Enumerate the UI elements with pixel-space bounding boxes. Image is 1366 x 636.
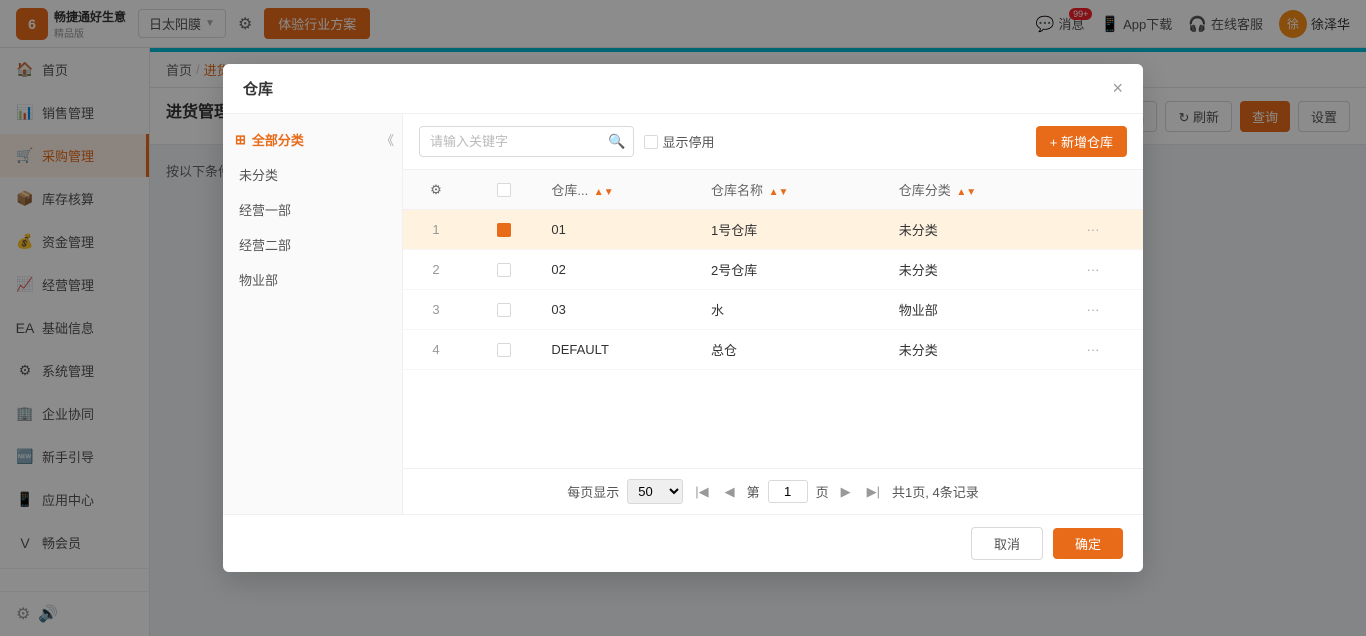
modal-body: ⊞ 全部分类 《 未分类经营一部经营二部物业部 🔍 bbox=[223, 114, 1143, 514]
row-code: 01 bbox=[539, 210, 699, 250]
modal-toolbar: 🔍 显示停用 + 新增仓库 bbox=[403, 114, 1143, 170]
row-code: DEFAULT bbox=[539, 330, 699, 370]
show-disabled-label[interactable]: 显示停用 bbox=[644, 132, 714, 151]
cat-item-ops2[interactable]: 经营二部 bbox=[223, 227, 402, 262]
cat-item-none[interactable]: 未分类 bbox=[223, 157, 402, 192]
th-actions bbox=[1074, 170, 1143, 210]
th-category[interactable]: 仓库分类 ▲▼ bbox=[887, 170, 1075, 210]
next-page-button[interactable]: ▶ bbox=[837, 482, 855, 502]
row-name: 水 bbox=[699, 290, 887, 330]
search-box: 🔍 bbox=[419, 126, 634, 157]
th-code[interactable]: 仓库... ▲▼ bbox=[539, 170, 699, 210]
row-name: 总仓 bbox=[699, 330, 887, 370]
first-page-button[interactable]: |◀ bbox=[691, 482, 712, 502]
row-name: 1号仓库 bbox=[699, 210, 887, 250]
cat-sidebar-top: ⊞ 全部分类 《 bbox=[223, 122, 402, 157]
show-disabled-checkbox[interactable] bbox=[644, 135, 658, 149]
row-category: 未分类 bbox=[887, 210, 1075, 250]
last-page-button[interactable]: ▶| bbox=[863, 482, 884, 502]
confirm-button[interactable]: 确定 bbox=[1053, 528, 1123, 559]
cat-item-ops1[interactable]: 经营一部 bbox=[223, 192, 402, 227]
collapse-icon[interactable]: 《 bbox=[373, 122, 402, 157]
warehouse-modal: 仓库 × ⊞ 全部分类 《 未分类经营一部经营二部物业部 bbox=[223, 64, 1143, 572]
table-header: ⚙ 仓库... ▲▼ 仓库名称 ▲▼ 仓库分类 ▲▼ bbox=[403, 170, 1143, 210]
modal-overlay[interactable]: 仓库 × ⊞ 全部分类 《 未分类经营一部经营二部物业部 bbox=[0, 0, 1366, 636]
row-actions[interactable]: ··· bbox=[1074, 290, 1143, 330]
category-sidebar: ⊞ 全部分类 《 未分类经营一部经营二部物业部 bbox=[223, 114, 403, 514]
close-icon[interactable]: × bbox=[1112, 78, 1123, 99]
row-category: 物业部 bbox=[887, 290, 1075, 330]
add-warehouse-button[interactable]: + 新增仓库 bbox=[1036, 126, 1127, 157]
table-row[interactable]: 4 DEFAULT 总仓 未分类 ··· bbox=[403, 330, 1143, 370]
row-category: 未分类 bbox=[887, 250, 1075, 290]
table-row[interactable]: 2 02 2号仓库 未分类 ··· bbox=[403, 250, 1143, 290]
warehouse-table: ⚙ 仓库... ▲▼ 仓库名称 ▲▼ 仓库分类 ▲▼ 1 01 1号仓库 未分类… bbox=[403, 170, 1143, 468]
row-actions[interactable]: ··· bbox=[1074, 250, 1143, 290]
modal-footer: 取消 确定 bbox=[223, 514, 1143, 572]
total-info: 共1页, 4条记录 bbox=[892, 482, 979, 501]
per-page-select[interactable]: 50 10 20 100 bbox=[627, 479, 683, 504]
search-button[interactable]: 🔍 bbox=[600, 127, 633, 156]
cat-content: 🔍 显示停用 + 新增仓库 ⚙ bbox=[403, 114, 1143, 514]
row-category: 未分类 bbox=[887, 330, 1075, 370]
pagination: 每页显示 50 10 20 100 |◀ ◀ 第 页 ▶ ▶| 共1页, 4条记… bbox=[403, 468, 1143, 514]
search-input[interactable] bbox=[420, 128, 600, 155]
table-row[interactable]: 1 01 1号仓库 未分类 ··· bbox=[403, 210, 1143, 250]
cat-item-property[interactable]: 物业部 bbox=[223, 262, 402, 297]
row-checkbox[interactable] bbox=[469, 330, 539, 370]
grid-icon: ⊞ bbox=[235, 132, 246, 148]
row-checkbox[interactable] bbox=[469, 250, 539, 290]
row-checkbox[interactable] bbox=[469, 290, 539, 330]
row-index: 4 bbox=[403, 330, 469, 370]
th-checkbox[interactable] bbox=[469, 170, 539, 210]
row-index: 2 bbox=[403, 250, 469, 290]
row-code: 02 bbox=[539, 250, 699, 290]
row-code: 03 bbox=[539, 290, 699, 330]
row-name: 2号仓库 bbox=[699, 250, 887, 290]
modal-header: 仓库 × bbox=[223, 64, 1143, 114]
prev-page-button[interactable]: ◀ bbox=[721, 482, 739, 502]
table-row[interactable]: 3 03 水 物业部 ··· bbox=[403, 290, 1143, 330]
cancel-button[interactable]: 取消 bbox=[971, 527, 1043, 560]
row-checkbox[interactable] bbox=[469, 210, 539, 250]
page-input[interactable] bbox=[768, 480, 808, 503]
modal-title: 仓库 bbox=[243, 78, 273, 99]
all-categories-item[interactable]: ⊞ 全部分类 bbox=[223, 122, 320, 157]
row-index: 3 bbox=[403, 290, 469, 330]
row-actions[interactable]: ··· bbox=[1074, 210, 1143, 250]
row-index: 1 bbox=[403, 210, 469, 250]
th-name[interactable]: 仓库名称 ▲▼ bbox=[699, 170, 887, 210]
row-actions[interactable]: ··· bbox=[1074, 330, 1143, 370]
th-gear[interactable]: ⚙ bbox=[403, 170, 469, 210]
